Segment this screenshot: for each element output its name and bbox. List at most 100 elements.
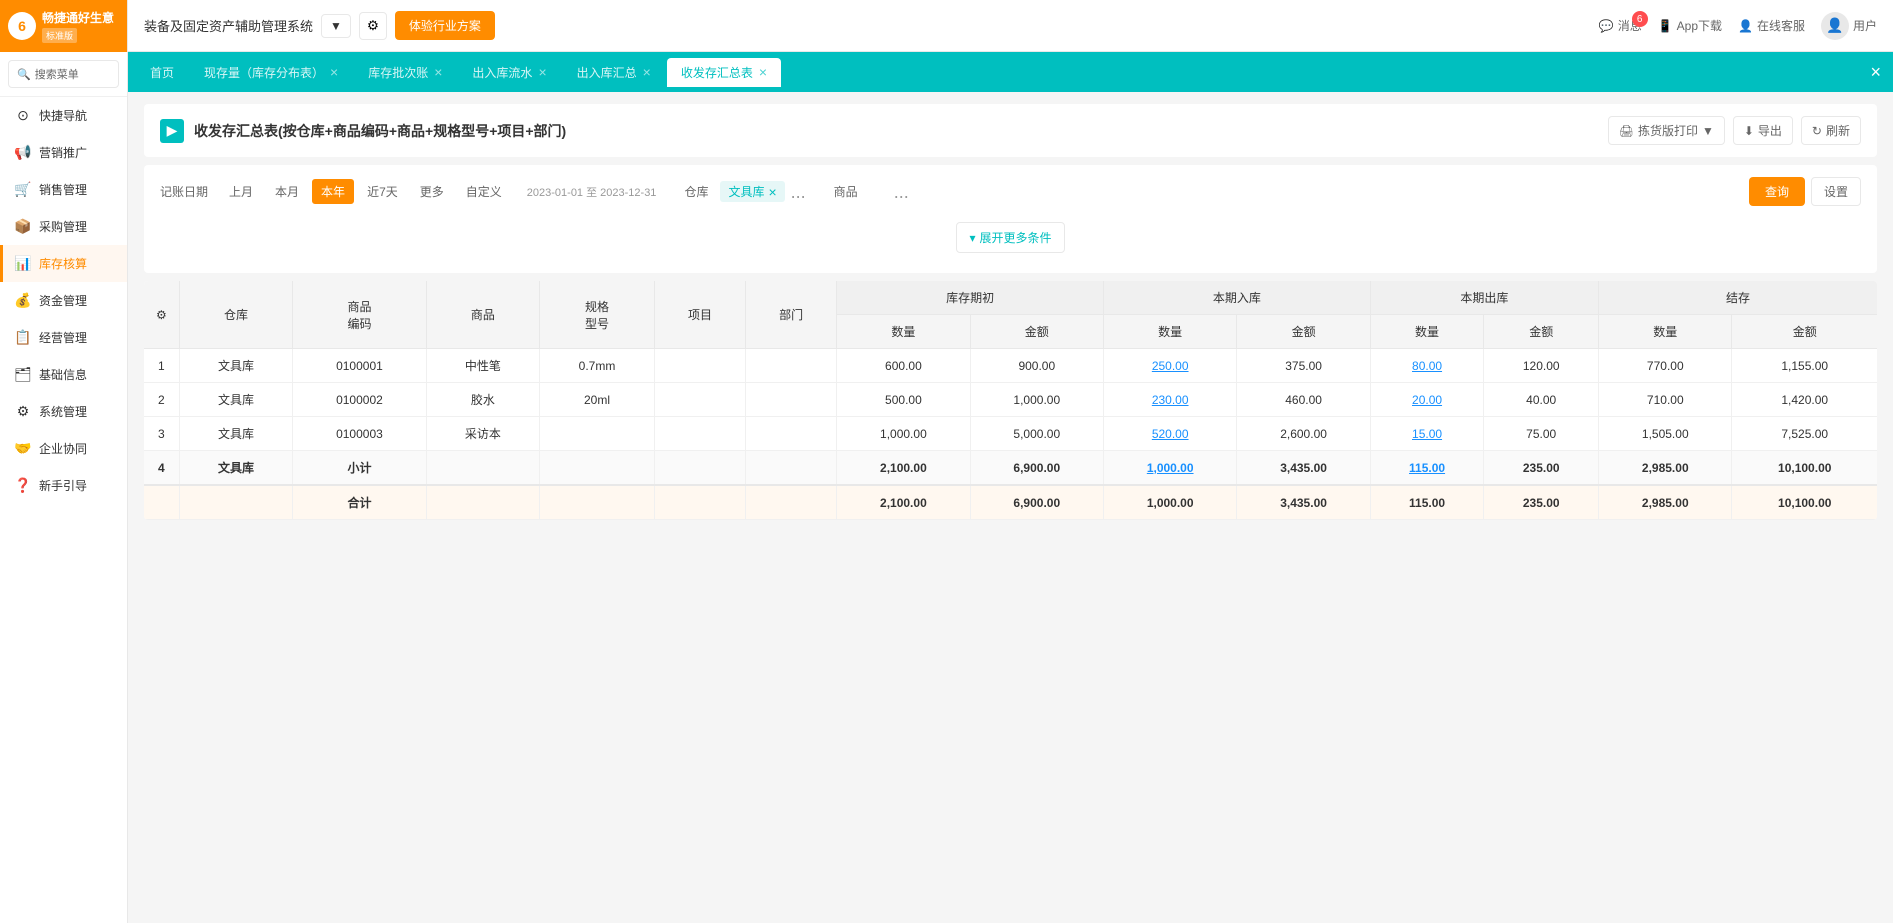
- sidebar-item-system[interactable]: ⚙ 系统管理: [0, 393, 127, 430]
- search-menu-button[interactable]: 🔍 搜索菜单: [8, 60, 119, 88]
- column-setting-button[interactable]: 设置: [1811, 177, 1861, 206]
- date-btn-last-month[interactable]: 上月: [220, 179, 262, 204]
- sidebar-item-purchase[interactable]: 📦 采购管理: [0, 208, 127, 245]
- warehouse-tag-close[interactable]: ×: [768, 185, 776, 199]
- topbar-left: 装备及固定资产辅助管理系统 ▼ ⚙ 体验行业方案: [144, 11, 495, 40]
- print-button[interactable]: 🖨 拣货版打印 ▼: [1608, 116, 1725, 145]
- th-settings[interactable]: ⚙: [144, 281, 179, 349]
- sidebar: 6 畅捷通好生意 标准版 🔍 搜索菜单 ⊙ 快捷导航 📢 营销推广 🛒 销售管理…: [0, 0, 128, 923]
- sidebar-item-basic[interactable]: 🗂 基础信息: [0, 356, 127, 393]
- tab-batch-ledger[interactable]: 库存批次账 ×: [354, 58, 456, 87]
- tab-stock-summary-label: 出入库汇总: [577, 64, 637, 81]
- total-open-qty: 2,100.00: [837, 485, 970, 520]
- row-goods-code: 0100003: [293, 417, 426, 451]
- total-out-qty: 115.00: [1370, 485, 1484, 520]
- date-btn-this-year[interactable]: 本年: [312, 179, 354, 204]
- tab-stock-summary-close[interactable]: ×: [643, 65, 651, 79]
- settings-button[interactable]: ⚙: [359, 12, 387, 40]
- basic-icon: 🗂: [15, 367, 31, 383]
- out-qty-link[interactable]: 15.00: [1412, 427, 1442, 441]
- sidebar-item-finance[interactable]: 💰 资金管理: [0, 282, 127, 319]
- expand-conditions-button[interactable]: ▾ 展开更多条件: [956, 222, 1064, 253]
- row-goods-spec: 0.7mm: [540, 349, 655, 383]
- th-close-qty: 数量: [1599, 315, 1732, 349]
- tab-stock-summary[interactable]: 出入库汇总 ×: [563, 58, 665, 87]
- row-out-amt: 120.00: [1484, 349, 1599, 383]
- date-btn-7days[interactable]: 近7天: [358, 179, 407, 204]
- expand-sidebar-button[interactable]: ▶: [160, 119, 184, 143]
- row-warehouse: 文具库: [179, 417, 292, 451]
- table-row: 2 文具库 0100002 胶水 20ml 500.00 1,000.00 23…: [144, 383, 1877, 417]
- sidebar-item-label: 资金管理: [39, 292, 87, 309]
- in-qty-link[interactable]: 250.00: [1152, 359, 1189, 373]
- th-group-closing: 结存: [1599, 281, 1877, 315]
- sidebar-item-label: 基础信息: [39, 366, 87, 383]
- row-open-qty: 1,000.00: [837, 417, 970, 451]
- finance-icon: 💰: [15, 293, 31, 309]
- experience-button[interactable]: 体验行业方案: [395, 11, 495, 40]
- tab-stock-distribution-label: 现存量（库存分布表）: [204, 64, 324, 81]
- total-in-amt: 3,435.00: [1237, 485, 1370, 520]
- app-download-button[interactable]: 📱 App下载: [1658, 17, 1722, 34]
- tab-receive-summary[interactable]: 收发存汇总表 ×: [667, 58, 781, 87]
- subtotal-in-qty-link[interactable]: 1,000.00: [1147, 461, 1194, 475]
- sidebar-item-cooperation[interactable]: 🤝 企业协同: [0, 430, 127, 467]
- system-dropdown[interactable]: ▼: [321, 14, 351, 38]
- sidebar-item-operations[interactable]: 📋 经营管理: [0, 319, 127, 356]
- tab-stock-distribution-close[interactable]: ×: [330, 65, 338, 79]
- row-department: [746, 417, 837, 451]
- row-close-qty: 1,505.00: [1599, 417, 1732, 451]
- out-qty-link[interactable]: 20.00: [1412, 393, 1442, 407]
- total-row: 合计 2,100.00 6,900.00 1,000.00 3,435.00 1…: [144, 485, 1877, 520]
- date-btn-more[interactable]: 更多: [411, 179, 453, 204]
- row-warehouse: 文具库: [179, 349, 292, 383]
- sidebar-item-guide[interactable]: ❓ 新手引导: [0, 467, 127, 504]
- page-actions: 🖨 拣货版打印 ▼ ⬇ 导出 ↻ 刷新: [1608, 116, 1861, 145]
- sidebar-item-marketing[interactable]: 📢 营销推广: [0, 134, 127, 171]
- in-qty-link[interactable]: 520.00: [1152, 427, 1189, 441]
- th-open-amt: 金额: [970, 315, 1103, 349]
- total-in-qty: 1,000.00: [1103, 485, 1236, 520]
- app-download-label: App下载: [1677, 17, 1722, 34]
- subtotal-no: 4: [144, 451, 179, 486]
- subtotal-out-amt: 235.00: [1484, 451, 1599, 486]
- goods-more-button[interactable]: ...: [894, 183, 909, 201]
- print-icon: 🖨: [1619, 124, 1634, 138]
- subtotal-open-amt: 6,900.00: [970, 451, 1103, 486]
- sidebar-item-label: 快捷导航: [39, 107, 87, 124]
- sidebar-item-quick-nav[interactable]: ⊙ 快捷导航: [0, 97, 127, 134]
- tab-home[interactable]: 首页: [136, 58, 188, 87]
- tab-stock-flow-close[interactable]: ×: [538, 65, 546, 79]
- user-button[interactable]: 👤 用户: [1821, 12, 1877, 40]
- sidebar-item-sales[interactable]: 🛒 销售管理: [0, 171, 127, 208]
- close-all-tabs-button[interactable]: ×: [1866, 59, 1885, 85]
- print-dropdown-icon: ▼: [1702, 124, 1714, 138]
- warehouse-filter-label: 仓库: [684, 183, 708, 200]
- goods-filter: ...: [894, 183, 909, 201]
- online-service-button[interactable]: 👤 在线客服: [1738, 17, 1805, 34]
- cooperation-icon: 🤝: [15, 441, 31, 457]
- sidebar-item-label: 营销推广: [39, 144, 87, 161]
- row-project: [654, 417, 745, 451]
- date-btn-this-month[interactable]: 本月: [266, 179, 308, 204]
- row-warehouse: 文具库: [179, 383, 292, 417]
- tab-stock-flow[interactable]: 出入库流水 ×: [458, 58, 560, 87]
- in-qty-link[interactable]: 230.00: [1152, 393, 1189, 407]
- total-close-amt: 10,100.00: [1732, 485, 1877, 520]
- tab-stock-distribution[interactable]: 现存量（库存分布表） ×: [190, 58, 352, 87]
- tab-batch-ledger-close[interactable]: ×: [434, 65, 442, 79]
- th-warehouse: 仓库: [179, 281, 292, 349]
- warehouse-more-button[interactable]: ...: [791, 183, 806, 201]
- sidebar-item-inventory[interactable]: 📊 库存核算: [0, 245, 127, 282]
- row-project: [654, 349, 745, 383]
- subtotal-out-qty-link[interactable]: 115.00: [1409, 461, 1445, 475]
- message-button[interactable]: 💬 消息 6: [1599, 17, 1642, 34]
- out-qty-link[interactable]: 80.00: [1412, 359, 1442, 373]
- tab-receive-summary-close[interactable]: ×: [759, 65, 767, 79]
- export-button[interactable]: ⬇ 导出: [1733, 116, 1793, 145]
- search-icon: 🔍: [17, 68, 31, 81]
- date-btn-custom[interactable]: 自定义: [457, 179, 511, 204]
- query-button[interactable]: 查询: [1749, 177, 1805, 206]
- refresh-button[interactable]: ↻ 刷新: [1801, 116, 1861, 145]
- th-group-opening: 库存期初: [837, 281, 1104, 315]
